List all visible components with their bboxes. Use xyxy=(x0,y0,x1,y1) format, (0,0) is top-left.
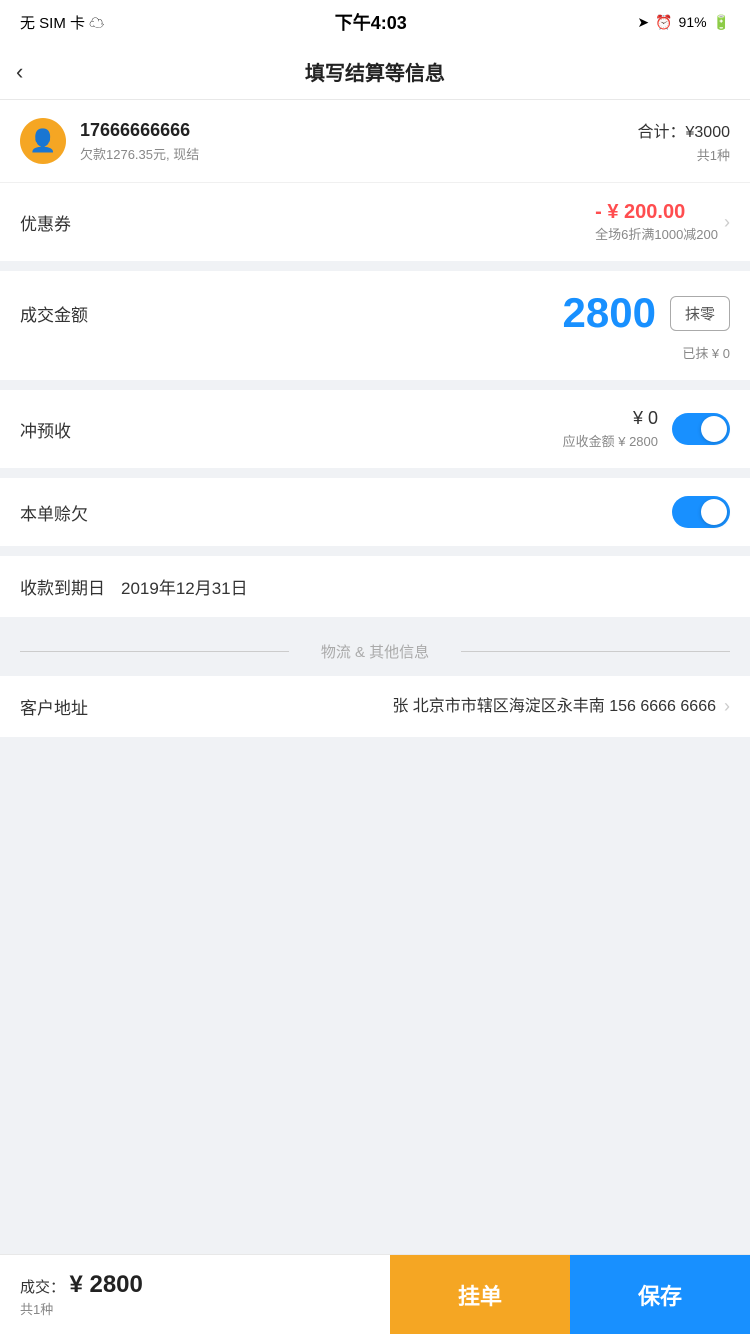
total-label: 合计： xyxy=(637,124,685,141)
address-value: 张 北京市市辖区海淀区永丰南 156 6666 6666 xyxy=(392,695,716,719)
customer-count: 共1种 xyxy=(637,145,730,164)
bottom-deal-label: 成交： xyxy=(20,1279,65,1296)
amount-row: 成交金额 2800 抹零 xyxy=(20,289,730,337)
advance-value-block: ¥ 0 应收金额 ¥ 2800 xyxy=(563,408,658,450)
advance-row: 冲预收 ¥ 0 应收金额 ¥ 2800 xyxy=(20,408,730,450)
hang-button[interactable]: 挂单 xyxy=(390,1255,570,1334)
battery-label: 91% xyxy=(679,14,707,30)
advance-label: 冲预收 xyxy=(20,417,71,442)
debt-toggle[interactable] xyxy=(672,496,730,528)
chevron-right-icon: › xyxy=(724,212,730,233)
duedate-section: 收款到期日 2019年12月31日 xyxy=(0,556,750,617)
extra-space xyxy=(0,747,750,947)
status-bar: 无 SIM 卡 ☁ 下午4:03 ➤ ⏰ 91% 🔋 xyxy=(0,0,750,44)
advance-right: ¥ 0 应收金额 ¥ 2800 xyxy=(563,408,730,450)
divider-line-right xyxy=(461,651,730,652)
duedate-row: 收款到期日 2019年12月31日 xyxy=(20,574,730,599)
amount-sub: 已抹 ¥ 0 xyxy=(20,343,730,362)
divider-line-left xyxy=(20,651,289,652)
address-chevron-icon: › xyxy=(724,696,730,717)
customer-card: 👤 17666666666 欠款1276.35元, 现结 合计：¥3000 共1… xyxy=(0,100,750,261)
coupon-right: - ¥ 200.00 全场6折满1000减200 › xyxy=(595,201,730,243)
round-button[interactable]: 抹零 xyxy=(670,296,730,331)
customer-phone: 17666666666 xyxy=(80,120,199,141)
location-icon: ➤ xyxy=(637,14,649,31)
save-button[interactable]: 保存 xyxy=(570,1255,750,1334)
coupon-amount: - ¥ 200.00 xyxy=(595,201,718,224)
customer-info: 17666666666 欠款1276.35元, 现结 xyxy=(80,120,199,163)
coupon-row[interactable]: 优惠券 - ¥ 200.00 全场6折满1000减200 › xyxy=(0,182,750,261)
customer-left: 👤 17666666666 欠款1276.35元, 现结 xyxy=(20,118,199,164)
amount-value-group: 2800 抹零 xyxy=(563,289,730,337)
amount-section: 成交金额 2800 抹零 已抹 ¥ 0 xyxy=(0,271,750,380)
logistics-label: 物流 & 其他信息 xyxy=(321,641,429,662)
debt-section: 本单赊欠 xyxy=(0,478,750,546)
page-title: 填写结算等信息 xyxy=(305,57,445,86)
amount-label: 成交金额 xyxy=(20,301,88,326)
customer-sub: 欠款1276.35元, 现结 xyxy=(80,144,199,163)
coupon-info: - ¥ 200.00 全场6折满1000减200 xyxy=(595,201,718,243)
alarm-icon: ⏰ xyxy=(655,14,672,31)
content: 👤 17666666666 欠款1276.35元, 现结 合计：¥3000 共1… xyxy=(0,100,750,1027)
status-right: ➤ ⏰ 91% 🔋 xyxy=(637,14,730,31)
avatar: 👤 xyxy=(20,118,66,164)
duedate-label: 收款到期日 xyxy=(20,574,105,599)
address-label: 客户地址 xyxy=(20,694,88,719)
coupon-desc: 全场6折满1000减200 xyxy=(595,224,718,243)
duedate-value: 2019年12月31日 xyxy=(121,574,248,599)
bottom-amount: ¥ 2800 xyxy=(69,1271,142,1298)
sim-label: 无 SIM 卡 ☁ xyxy=(20,12,104,33)
total-amount: ¥3000 xyxy=(686,124,731,141)
customer-row: 👤 17666666666 欠款1276.35元, 现结 合计：¥3000 共1… xyxy=(0,100,750,182)
bottom-summary: 成交： ¥ 2800 共1种 xyxy=(0,1271,390,1318)
advance-toggle[interactable] xyxy=(672,413,730,445)
debt-label: 本单赊欠 xyxy=(20,500,88,525)
battery-icon: 🔋 xyxy=(713,14,730,31)
coupon-label: 优惠券 xyxy=(20,210,71,235)
advance-amount: ¥ 0 xyxy=(563,408,658,429)
bottom-deal-row: 成交： ¥ 2800 xyxy=(20,1271,370,1299)
logistics-divider: 物流 & 其他信息 xyxy=(0,627,750,676)
customer-right: 合计：¥3000 共1种 xyxy=(637,118,730,164)
advance-section: 冲预收 ¥ 0 应收金额 ¥ 2800 xyxy=(0,390,750,468)
bottom-bar: 成交： ¥ 2800 共1种 挂单 保存 xyxy=(0,1254,750,1334)
status-time: 下午4:03 xyxy=(335,9,407,35)
address-right: 张 北京市市辖区海淀区永丰南 156 6666 6666 › xyxy=(108,695,730,719)
back-button[interactable]: ‹ xyxy=(16,59,23,85)
deal-amount: 2800 xyxy=(563,289,656,337)
address-section[interactable]: 客户地址 张 北京市市辖区海淀区永丰南 156 6666 6666 › xyxy=(0,676,750,737)
nav-bar: ‹ 填写结算等信息 xyxy=(0,44,750,100)
advance-sub: 应收金额 ¥ 2800 xyxy=(563,431,658,450)
avatar-icon: 👤 xyxy=(29,128,56,154)
bottom-count: 共1种 xyxy=(20,1299,370,1318)
customer-total: 合计：¥3000 xyxy=(637,118,730,142)
status-left: 无 SIM 卡 ☁ xyxy=(20,12,104,33)
